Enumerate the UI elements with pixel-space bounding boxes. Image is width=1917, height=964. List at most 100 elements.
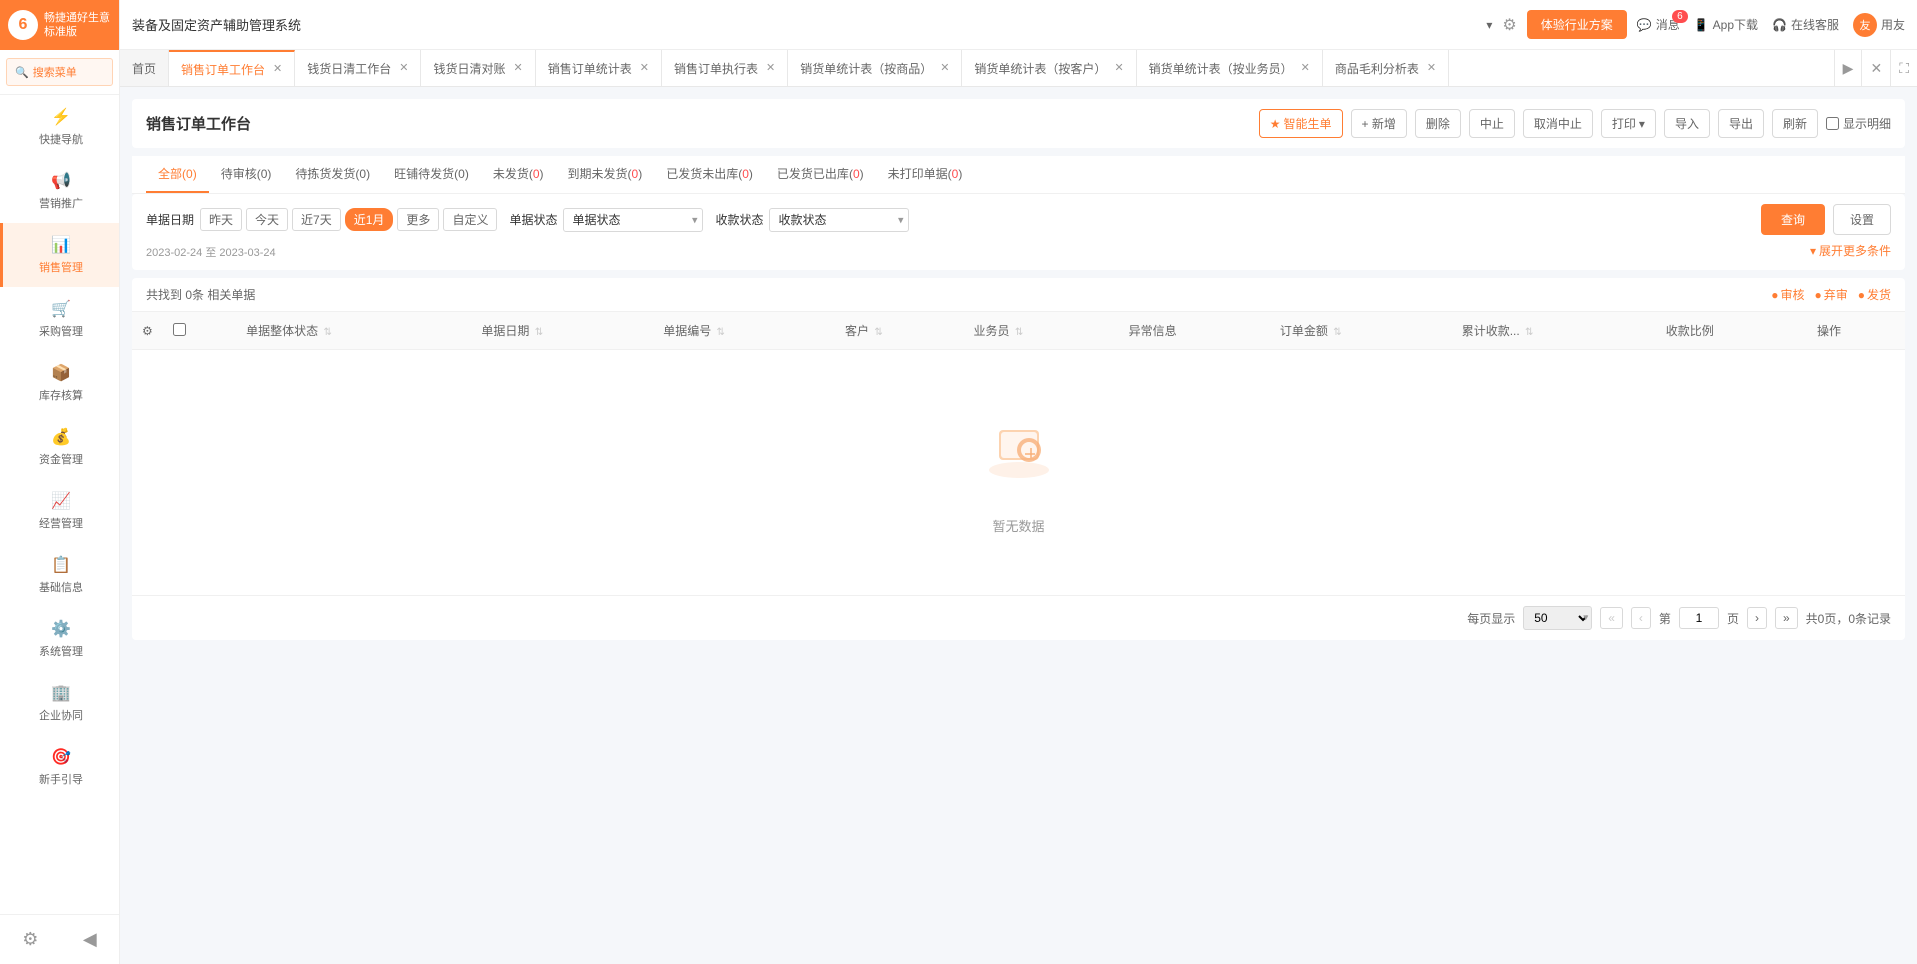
collapse-sidebar-icon[interactable]: ◀ bbox=[79, 925, 101, 954]
online-service-button[interactable]: 🎧 在线客服 bbox=[1772, 16, 1839, 33]
sub-tab-wangpu-pending[interactable]: 旺铺待发货(0) bbox=[382, 156, 481, 193]
table-scroll-area[interactable]: ⚙ 单据整体状态 ⇅ 单据日期 ⇅ bbox=[132, 312, 1905, 595]
settings-bottom-icon[interactable]: ⚙ bbox=[18, 925, 42, 954]
tab-home[interactable]: 首页 bbox=[120, 50, 169, 86]
next-page-button[interactable]: › bbox=[1747, 607, 1767, 629]
unaudit-action-button[interactable]: ● 弃审 bbox=[1814, 286, 1847, 303]
query-button[interactable]: 查询 bbox=[1761, 204, 1825, 235]
quick-nav-icon: ⚡ bbox=[51, 107, 71, 127]
cancel-suspend-button[interactable]: 取消中止 bbox=[1523, 109, 1593, 138]
filter-last1m-btn[interactable]: 近1月 bbox=[345, 208, 394, 231]
sort-staff-icon[interactable]: ⇅ bbox=[1015, 327, 1023, 338]
tab-close-sales-stats-product[interactable]: ✕ bbox=[940, 63, 949, 74]
sidebar-item-system[interactable]: ⚙️ 系统管理 bbox=[0, 607, 119, 671]
sort-date-icon[interactable]: ⇅ bbox=[535, 327, 543, 338]
sub-tab-pending-inspect[interactable]: 待拣货发货(0) bbox=[283, 156, 382, 193]
tab-scroll-right-icon[interactable]: ▶ bbox=[1834, 50, 1862, 86]
th-staff: 业务员 ⇅ bbox=[963, 312, 1118, 350]
first-page-button[interactable]: « bbox=[1600, 607, 1623, 629]
ship-action-button[interactable]: ● 发货 bbox=[1858, 286, 1891, 303]
tab-sales-stats-product[interactable]: 销货单统计表（按商品） ✕ bbox=[788, 50, 962, 86]
sidebar-bottom: ⚙ ◀ bbox=[0, 914, 119, 964]
tab-cashflow-daily[interactable]: 钱货日清工作台 ✕ bbox=[295, 50, 421, 86]
tab-close-cashflow-daily[interactable]: ✕ bbox=[399, 63, 408, 74]
filter-settings-button[interactable]: 设置 bbox=[1833, 204, 1891, 235]
sidebar-item-quick-nav[interactable]: ⚡ 快捷导航 bbox=[0, 95, 119, 159]
export-button[interactable]: 导出 bbox=[1718, 109, 1764, 138]
tab-sales-order-workbench[interactable]: 销售订单工作台 ✕ bbox=[169, 50, 295, 86]
print-button[interactable]: 打印 ▾ bbox=[1601, 109, 1656, 138]
th-amount: 订单金额 ⇅ bbox=[1270, 312, 1452, 350]
prev-page-button[interactable]: ‹ bbox=[1631, 607, 1651, 629]
sort-amount-icon[interactable]: ⇅ bbox=[1333, 327, 1341, 338]
delete-button[interactable]: 删除 bbox=[1415, 109, 1461, 138]
tab-maximize-icon[interactable]: ⛶ bbox=[1890, 50, 1917, 86]
sub-tab-expired-not-shipped[interactable]: 到期未发货(0) bbox=[556, 156, 655, 193]
sidebar-item-finance[interactable]: 💰 资金管理 bbox=[0, 415, 119, 479]
refresh-button[interactable]: 刷新 bbox=[1772, 109, 1818, 138]
filter-last7-btn[interactable]: 近7天 bbox=[292, 208, 341, 231]
filter-more-btn[interactable]: 更多 bbox=[397, 208, 439, 231]
filter-yesterday-btn[interactable]: 昨天 bbox=[200, 208, 242, 231]
sort-status-icon[interactable]: ⇅ bbox=[324, 327, 332, 338]
review-action-button[interactable]: ● 审核 bbox=[1771, 286, 1804, 303]
sidebar-item-operations[interactable]: 📈 经营管理 bbox=[0, 479, 119, 543]
filter-payment-select-wrap: 收款状态 bbox=[769, 208, 909, 232]
tab-close-sales-order-stats[interactable]: ✕ bbox=[640, 63, 649, 74]
filter-payment-select[interactable]: 收款状态 bbox=[769, 208, 909, 232]
sort-collected-icon[interactable]: ⇅ bbox=[1525, 327, 1533, 338]
filter-custom-btn[interactable]: 自定义 bbox=[443, 208, 497, 231]
tab-sales-stats-customer[interactable]: 销货单统计表（按客户） ✕ bbox=[962, 50, 1136, 86]
sidebar-item-basic-info[interactable]: 📋 基础信息 bbox=[0, 543, 119, 607]
sub-tab-not-printed[interactable]: 未打印单据(0) bbox=[876, 156, 975, 193]
topbar-dropdown[interactable]: ▾ bbox=[1486, 18, 1492, 32]
expand-conditions-button[interactable]: ▾ 展开更多条件 bbox=[1810, 242, 1891, 259]
add-button[interactable]: + 新增 bbox=[1351, 109, 1407, 138]
page-size-select[interactable]: 50 10 20 100 bbox=[1523, 606, 1592, 630]
sub-tab-shipped-out[interactable]: 已发货已出库(0) bbox=[765, 156, 876, 193]
tab-close-product-profit[interactable]: ✕ bbox=[1427, 63, 1436, 74]
sidebar-item-inventory[interactable]: 📦 库存核算 bbox=[0, 351, 119, 415]
show-detail-checkbox[interactable] bbox=[1826, 117, 1839, 130]
sidebar-item-enterprise[interactable]: 🏢 企业协同 bbox=[0, 671, 119, 735]
tab-sales-stats-staff[interactable]: 销货单统计表（按业务员） ✕ bbox=[1137, 50, 1323, 86]
sidebar-item-purchase[interactable]: 🛒 采购管理 bbox=[0, 287, 119, 351]
filter-today-btn[interactable]: 今天 bbox=[246, 208, 288, 231]
filter-date-range-row: 2023-02-24 至 2023-03-24 ▾ 展开更多条件 bbox=[146, 241, 1891, 260]
tab-close-sales-order-exec[interactable]: ✕ bbox=[766, 63, 775, 74]
sort-number-icon[interactable]: ⇅ bbox=[717, 327, 725, 338]
message-button[interactable]: 💬 消息 6 bbox=[1637, 16, 1680, 33]
sub-tab-not-shipped[interactable]: 未发货(0) bbox=[481, 156, 556, 193]
suspend-button[interactable]: 中止 bbox=[1469, 109, 1515, 138]
sub-tab-all[interactable]: 全部(0) bbox=[146, 156, 209, 193]
show-detail-checkbox-label[interactable]: 显示明细 bbox=[1826, 115, 1891, 132]
tab-close-sales-order-workbench[interactable]: ✕ bbox=[273, 64, 282, 75]
tab-sales-order-exec[interactable]: 销售订单执行表 ✕ bbox=[662, 50, 788, 86]
empty-svg bbox=[979, 410, 1059, 490]
search-menu-button[interactable]: 🔍 搜索菜单 bbox=[6, 58, 113, 86]
user-menu[interactable]: 友 用友 bbox=[1853, 13, 1905, 37]
sidebar-item-sales[interactable]: 📊 销售管理 bbox=[0, 223, 119, 287]
tab-close-sales-stats-customer[interactable]: ✕ bbox=[1114, 63, 1123, 74]
tab-sales-order-stats[interactable]: 销售订单统计表 ✕ bbox=[536, 50, 662, 86]
filter-status-select[interactable]: 单据状态 bbox=[563, 208, 703, 232]
tab-cashflow-reconcile[interactable]: 钱货日清对账 ✕ bbox=[421, 50, 535, 86]
import-button[interactable]: 导入 bbox=[1664, 109, 1710, 138]
select-all-checkbox[interactable] bbox=[173, 323, 186, 336]
topbar-settings-icon[interactable]: ⚙ bbox=[1502, 15, 1516, 35]
sidebar-item-marketing[interactable]: 📢 营销推广 bbox=[0, 159, 119, 223]
page-number-input[interactable] bbox=[1679, 607, 1719, 629]
sub-tab-shipped-not-out[interactable]: 已发货未出库(0) bbox=[654, 156, 765, 193]
solution-button[interactable]: 体验行业方案 bbox=[1527, 10, 1627, 39]
tab-product-profit[interactable]: 商品毛利分析表 ✕ bbox=[1323, 50, 1449, 86]
sidebar-item-guide[interactable]: 🎯 新手引导 bbox=[0, 735, 119, 799]
sort-customer-icon[interactable]: ⇅ bbox=[874, 327, 882, 338]
smart-generate-button[interactable]: ★ 智能生单 bbox=[1259, 109, 1343, 138]
tab-close-cashflow-reconcile[interactable]: ✕ bbox=[514, 63, 523, 74]
tab-close-sales-stats-staff[interactable]: ✕ bbox=[1301, 63, 1310, 74]
column-settings-icon[interactable]: ⚙ bbox=[142, 324, 153, 338]
app-download-button[interactable]: 📱 App下载 bbox=[1694, 16, 1758, 33]
last-page-button[interactable]: » bbox=[1775, 607, 1798, 629]
sub-tab-pending-review[interactable]: 待审核(0) bbox=[209, 156, 284, 193]
tab-close-all-icon[interactable]: ✕ bbox=[1861, 50, 1890, 86]
